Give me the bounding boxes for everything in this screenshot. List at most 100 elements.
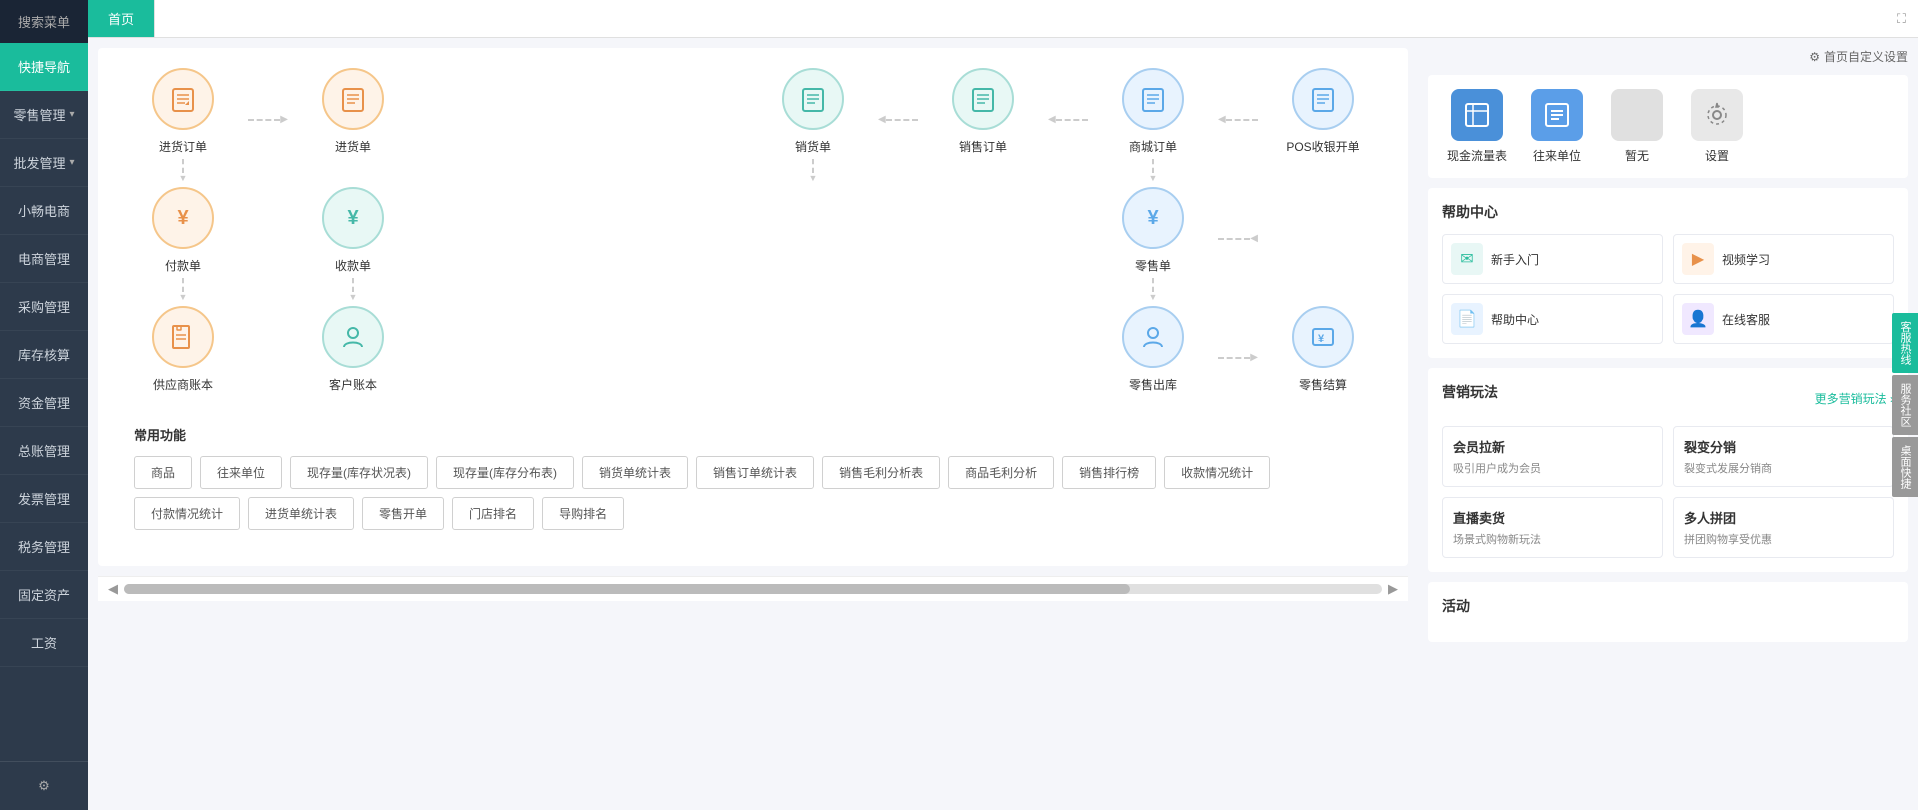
- video-label: 视频学习: [1722, 251, 1770, 268]
- settings-label: 设置: [1705, 147, 1729, 164]
- scroll-track[interactable]: [124, 584, 1382, 594]
- content-area: 进货订单 ▶: [88, 38, 1918, 810]
- flow-node-retail-settle[interactable]: ¥ 零售结算: [1258, 306, 1388, 393]
- flow-node-retail[interactable]: ¥ 零售单: [1088, 187, 1218, 274]
- float-btn-desktop[interactable]: 桌面快捷: [1892, 437, 1918, 497]
- sidebar-search[interactable]: 搜索菜单: [0, 0, 88, 43]
- video-icon: ▶: [1682, 243, 1714, 275]
- group-desc: 拼团购物享受优惠: [1684, 531, 1883, 547]
- sidebar-item-ecommerce[interactable]: 电商管理: [0, 235, 88, 283]
- customer-account-icon: [322, 306, 384, 368]
- help-item-video[interactable]: ▶ 视频学习: [1673, 234, 1894, 284]
- fission-title: 裂变分销: [1684, 437, 1883, 456]
- flow-node-mall-order[interactable]: 商城订单: [1088, 68, 1218, 155]
- purchase-icon: [322, 68, 384, 130]
- func-btn-4[interactable]: 销货单统计表: [582, 456, 688, 489]
- func-btn-1[interactable]: 往来单位: [200, 456, 282, 489]
- scroll-left-arrow[interactable]: ◀: [108, 581, 118, 597]
- chevron-down-icon: ▾: [69, 109, 74, 120]
- func-btn-11[interactable]: 进货单统计表: [248, 497, 354, 530]
- helpcenter-icon: 📄: [1451, 303, 1483, 335]
- support-label: 在线客服: [1722, 311, 1770, 328]
- func-btn-13[interactable]: 门店排名: [452, 497, 534, 530]
- svg-text:¥: ¥: [1318, 333, 1325, 345]
- purchase-order-icon: [152, 68, 214, 130]
- sidebar-item-invoice[interactable]: 发票管理: [0, 475, 88, 523]
- quick-icon-settings[interactable]: 设置: [1682, 89, 1752, 164]
- beginner-label: 新手入门: [1491, 251, 1539, 268]
- supplier-account-icon: [152, 306, 214, 368]
- flow-node-purchase[interactable]: 进货单: [288, 68, 418, 155]
- sidebar-item-inventory[interactable]: 库存核算: [0, 331, 88, 379]
- func-btn-3[interactable]: 现存量(库存分布表): [436, 456, 574, 489]
- flow-node-sale-order[interactable]: 销售订单: [918, 68, 1048, 155]
- sidebar-item-quicknav[interactable]: 快捷导航: [0, 43, 88, 91]
- workflow-card: 进货订单 ▶: [98, 48, 1408, 566]
- common-functions-section: 常用功能 商品往来单位现存量(库存状况表)现存量(库存分布表)销货单统计表销售订…: [118, 409, 1388, 546]
- live-desc: 场景式购物新玩法: [1453, 531, 1652, 547]
- tab-home[interactable]: 首页: [88, 0, 155, 37]
- sidebar-gear-button[interactable]: ⚙: [0, 761, 88, 810]
- marketing-item-fission[interactable]: 裂变分销 裂变式发展分销商: [1673, 426, 1894, 487]
- flow-node-retail-out[interactable]: 零售出库: [1088, 306, 1218, 393]
- home-setting-link[interactable]: ⚙ 首页自定义设置: [1428, 48, 1908, 65]
- sidebar-item-retail[interactable]: 零售管理 ▾: [0, 91, 88, 139]
- sidebar-item-tax[interactable]: 税务管理: [0, 523, 88, 571]
- cashflow-label: 现金流量表: [1447, 147, 1507, 164]
- func-btn-9[interactable]: 收款情况统计: [1164, 456, 1270, 489]
- sidebar-item-ledger[interactable]: 总账管理: [0, 427, 88, 475]
- flow-node-purchase-order[interactable]: 进货订单: [118, 68, 248, 155]
- func-btn-8[interactable]: 销售排行榜: [1062, 456, 1156, 489]
- main-area: 首页 ⛶: [88, 0, 1918, 810]
- gear-icon: ⚙: [38, 778, 50, 793]
- func-btn-7[interactable]: 商品毛利分析: [948, 456, 1054, 489]
- quick-icon-contacts[interactable]: 往来单位: [1522, 89, 1592, 164]
- member-desc: 吸引用户成为会员: [1453, 460, 1652, 476]
- quick-icon-empty[interactable]: 暂无: [1602, 89, 1672, 164]
- sidebar-item-assets[interactable]: 固定资产: [0, 571, 88, 619]
- retail-label: 零售单: [1135, 257, 1171, 274]
- receipt-icon: ¥: [322, 187, 384, 249]
- quick-icon-cashflow[interactable]: 现金流量表: [1442, 89, 1512, 164]
- sidebar-item-purchase[interactable]: 采购管理: [0, 283, 88, 331]
- beginner-icon: ✉: [1451, 243, 1483, 275]
- func-btn-2[interactable]: 现存量(库存状况表): [290, 456, 428, 489]
- func-btn-5[interactable]: 销售订单统计表: [696, 456, 814, 489]
- marketing-panel: 营销玩法 更多营销玩法 › 会员拉新 吸引用户成为会员 裂变分销 裂变式发展分销…: [1428, 368, 1908, 572]
- cashflow-icon-box: [1451, 89, 1503, 141]
- sale-icon: [782, 68, 844, 130]
- retail-out-label: 零售出库: [1129, 376, 1177, 393]
- float-btn-hotline[interactable]: 客服热线: [1892, 313, 1918, 373]
- float-btn-community[interactable]: 服务社区: [1892, 375, 1918, 435]
- sidebar-item-wholesale[interactable]: 批发管理 ▾: [0, 139, 88, 187]
- sidebar-item-salary[interactable]: 工资: [0, 619, 88, 667]
- more-marketing-link[interactable]: 更多营销玩法 ›: [1815, 390, 1894, 407]
- flow-node-pos[interactable]: POS收银开单: [1258, 68, 1388, 155]
- float-buttons: 客服热线 服务社区 桌面快捷: [1892, 313, 1918, 497]
- flow-node-payment[interactable]: ¥ 付款单: [118, 187, 248, 274]
- expand-icon[interactable]: ⛶: [1885, 11, 1918, 27]
- activity-panel: 活动: [1428, 582, 1908, 642]
- flow-node-supplier-account[interactable]: 供应商账本: [118, 306, 248, 393]
- fullscreen-icon: ⛶: [1897, 11, 1906, 26]
- marketing-item-member[interactable]: 会员拉新 吸引用户成为会员: [1442, 426, 1663, 487]
- marketing-item-live[interactable]: 直播卖货 场景式购物新玩法: [1442, 497, 1663, 558]
- marketing-item-group[interactable]: 多人拼团 拼团购物享受优惠: [1673, 497, 1894, 558]
- member-title: 会员拉新: [1453, 437, 1652, 456]
- help-item-support[interactable]: 👤 在线客服: [1673, 294, 1894, 344]
- func-btn-0[interactable]: 商品: [134, 456, 192, 489]
- func-btn-6[interactable]: 销售毛利分析表: [822, 456, 940, 489]
- help-item-helpcenter[interactable]: 📄 帮助中心: [1442, 294, 1663, 344]
- flow-node-customer-account[interactable]: 客户账本: [288, 306, 418, 393]
- scroll-right-arrow[interactable]: ▶: [1388, 581, 1398, 597]
- help-item-beginner[interactable]: ✉ 新手入门: [1442, 234, 1663, 284]
- sidebar-item-finance[interactable]: 资金管理: [0, 379, 88, 427]
- flow-node-receipt[interactable]: ¥ 收款单: [288, 187, 418, 274]
- func-btn-14[interactable]: 导购排名: [542, 497, 624, 530]
- sidebar-item-ecommerce-small[interactable]: 小畅电商: [0, 187, 88, 235]
- right-panel: ⚙ 首页自定义设置 现金流量表: [1418, 38, 1918, 810]
- empty-label: 暂无: [1625, 147, 1649, 164]
- func-btn-10[interactable]: 付款情况统计: [134, 497, 240, 530]
- func-btn-12[interactable]: 零售开单: [362, 497, 444, 530]
- flow-node-sale[interactable]: 销货单: [748, 68, 878, 155]
